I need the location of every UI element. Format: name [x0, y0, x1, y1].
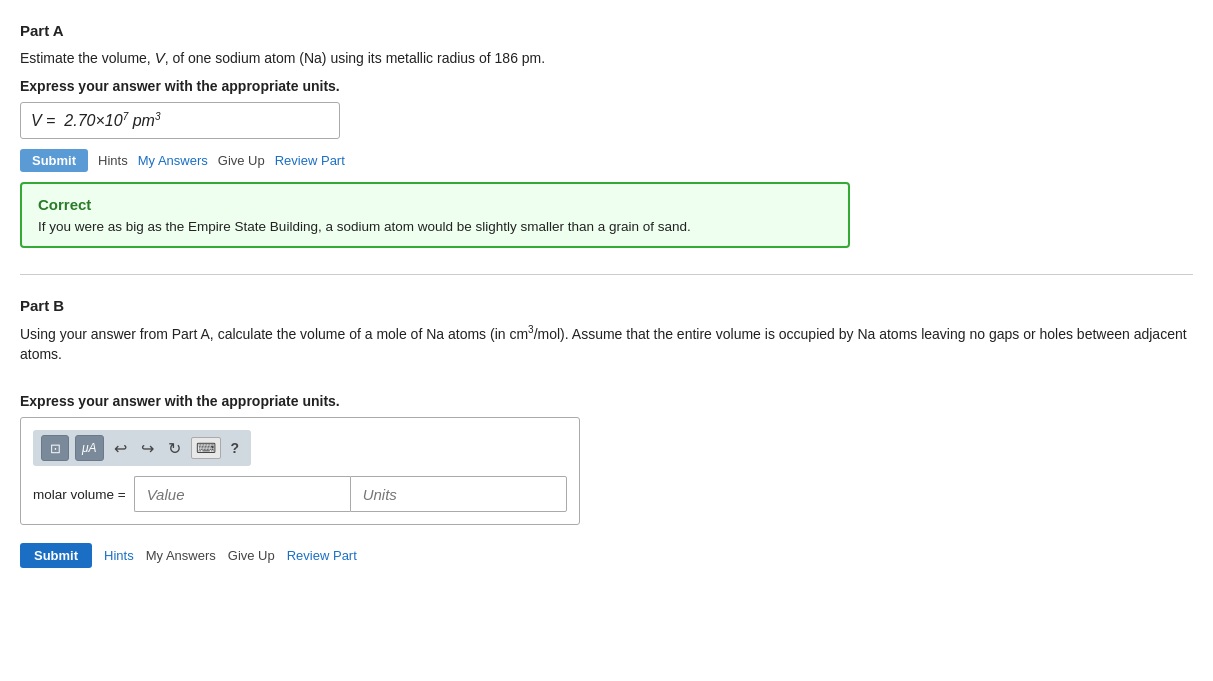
undo-icon[interactable]: ↩: [110, 436, 131, 461]
part-b-na-note: [20, 373, 1193, 389]
part-a-express-label: Express your answer with the appropriate…: [20, 78, 1193, 94]
part-a-give-up-label: Give Up: [218, 153, 265, 168]
part-b-desc-pre: Using your answer from Part A, calculate…: [20, 325, 528, 341]
redo-icon[interactable]: ↪: [137, 436, 158, 461]
part-b-section: Part B Using your answer from Part A, ca…: [20, 285, 1193, 585]
part-a-answer-text: V = 2.70×107 pm3: [31, 112, 160, 129]
value-input[interactable]: [134, 476, 350, 512]
part-b-description: Using your answer from Part A, calculate…: [20, 322, 1193, 366]
part-a-correct-box: Correct If you were as big as the Empire…: [20, 182, 850, 248]
section-divider: [20, 274, 1193, 275]
part-a-section: Part A Estimate the volume, V, of one so…: [20, 10, 1193, 264]
part-a-description: Estimate the volume, V, of one sodium at…: [20, 47, 1193, 70]
part-b-express-label: Express your answer with the appropriate…: [20, 393, 1193, 409]
part-b-hints-link[interactable]: Hints: [104, 548, 134, 563]
molar-row: molar volume =: [33, 476, 567, 512]
part-a-hints-label: Hints: [98, 153, 128, 168]
part-a-title: Part A: [20, 22, 1193, 39]
part-b-give-up-label: Give Up: [228, 548, 275, 563]
part-b-my-answers-label: My Answers: [146, 548, 216, 563]
part-a-submit-button[interactable]: Submit: [20, 149, 88, 172]
part-a-my-answers-link[interactable]: My Answers: [138, 153, 208, 168]
part-b-title: Part B: [20, 297, 1193, 314]
part-a-correct-title: Correct: [38, 196, 832, 213]
part-b-toolbar: Submit Hints My Answers Give Up Review P…: [20, 543, 1193, 568]
part-b-submit-button[interactable]: Submit: [20, 543, 92, 568]
part-a-toolbar: Submit Hints My Answers Give Up Review P…: [20, 149, 1193, 172]
help-icon[interactable]: ?: [227, 437, 244, 459]
part-a-desc-var: V: [155, 49, 165, 66]
part-b-review-part-link[interactable]: Review Part: [287, 548, 357, 563]
part-a-review-part-link[interactable]: Review Part: [275, 153, 345, 168]
part-a-desc-pre: Estimate the volume,: [20, 50, 155, 66]
molar-label: molar volume =: [33, 487, 126, 502]
matrix-btn[interactable]: ⊡: [41, 435, 69, 461]
part-b-math-toolbar: ⊡ μA ↩ ↪ ↻ ⌨ ?: [33, 430, 251, 466]
keyboard-icon[interactable]: ⌨: [191, 437, 221, 459]
part-a-desc-post: , of one sodium atom (Na) using its meta…: [165, 50, 546, 66]
mu-btn[interactable]: μA: [75, 435, 104, 461]
part-a-answer-box: V = 2.70×107 pm3: [20, 102, 340, 139]
units-input[interactable]: [350, 476, 567, 512]
refresh-icon[interactable]: ↻: [164, 436, 185, 461]
part-b-math-input-area: ⊡ μA ↩ ↪ ↻ ⌨ ? molar volume =: [20, 417, 580, 525]
part-a-correct-text: If you were as big as the Empire State B…: [38, 219, 832, 234]
